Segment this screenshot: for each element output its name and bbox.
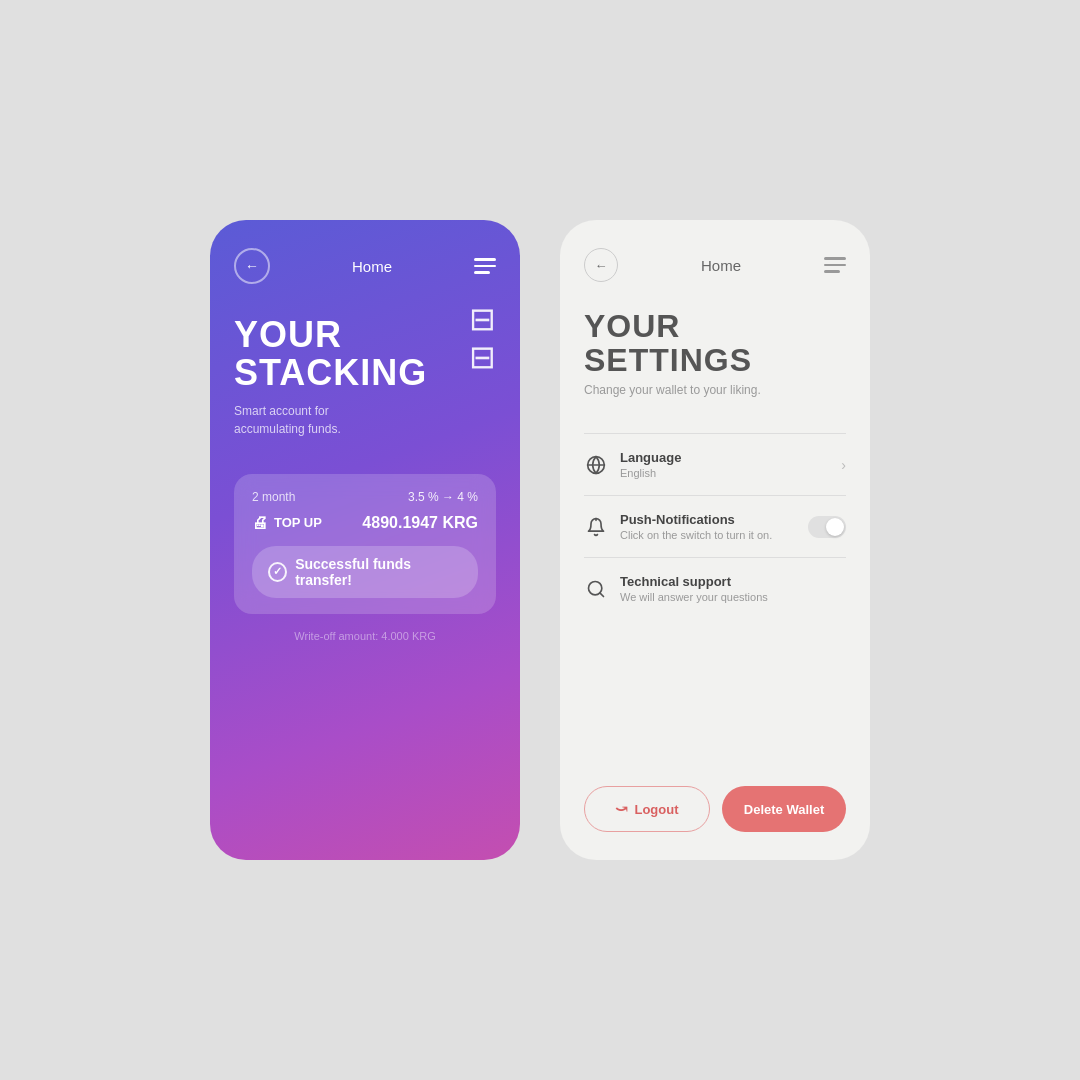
right-card-header: ← Home (584, 248, 846, 282)
write-off-label: Write-off amount: 4.000 KRG (234, 630, 496, 642)
notifications-title: Push-Notifications (620, 512, 796, 527)
support-icon (584, 577, 608, 601)
svg-line-4 (600, 593, 604, 597)
action-buttons-row: ⤻ Logout Delete Wallet (584, 770, 846, 832)
language-text: Language English (620, 450, 829, 479)
fund-card-mid-row: 🖨 TOP UP 4890.1947 KRG (252, 514, 478, 532)
success-badge: ✓ Successful funds transfer! (252, 546, 478, 598)
fund-card: 2 month 3.5 % → 4 % 🖨 TOP UP 4890.1947 K… (234, 474, 496, 614)
left-menu-icon[interactable] (474, 258, 496, 274)
delete-wallet-button[interactable]: Delete Wallet (722, 786, 846, 832)
check-circle-icon: ✓ (268, 562, 287, 582)
stacking-hero: YOUR STACKING ⊟⊟ Smart account for accum… (234, 316, 496, 474)
stack-layers-icon: ⊟⊟ (469, 300, 496, 376)
support-text: Technical support We will answer your qu… (620, 574, 846, 603)
topup-icon: 🖨 (252, 514, 268, 532)
notifications-icon (584, 515, 608, 539)
left-phone-card: ← Home YOUR STACKING ⊟⊟ Smart account fo… (210, 220, 520, 860)
right-home-title: Home (701, 257, 741, 274)
logout-icon: ⤻ (615, 800, 628, 818)
fund-card-top-row: 2 month 3.5 % → 4 % (252, 490, 478, 504)
language-icon (584, 453, 608, 477)
fund-rate: 3.5 % → 4 % (408, 490, 478, 504)
left-card-header: ← Home (234, 248, 496, 284)
left-back-icon: ← (245, 258, 259, 274)
support-desc: We will answer your questions (620, 591, 846, 603)
fund-duration: 2 month (252, 490, 295, 504)
settings-section-language[interactable]: Language English › (584, 433, 846, 495)
stacking-title: YOUR STACKING (234, 316, 496, 392)
support-title: Technical support (620, 574, 846, 589)
right-phone-card: ← Home YOUR SETTINGS Change your wallet … (560, 220, 870, 860)
left-home-title: Home (352, 258, 392, 275)
language-desc: English (620, 467, 829, 479)
topup-label[interactable]: 🖨 TOP UP (252, 514, 322, 532)
language-title: Language (620, 450, 829, 465)
language-chevron-icon: › (841, 457, 846, 473)
logout-button[interactable]: ⤻ Logout (584, 786, 710, 832)
fund-amount: 4890.1947 KRG (362, 514, 478, 532)
right-menu-icon[interactable] (824, 257, 846, 273)
notifications-desc: Click on the switch to turn it on. (620, 529, 796, 541)
stacking-subtitle: Smart account for accumulating funds. (234, 402, 384, 438)
settings-title: YOUR SETTINGS (584, 310, 846, 377)
settings-subtitle: Change your wallet to your liking. (584, 383, 846, 397)
notifications-text: Push-Notifications Click on the switch t… (620, 512, 796, 541)
left-back-button[interactable]: ← (234, 248, 270, 284)
settings-section-notifications[interactable]: Push-Notifications Click on the switch t… (584, 495, 846, 557)
right-back-button[interactable]: ← (584, 248, 618, 282)
right-back-icon: ← (595, 258, 608, 273)
notifications-toggle[interactable] (808, 516, 846, 538)
success-message: Successful funds transfer! (295, 556, 462, 588)
settings-section-support[interactable]: Technical support We will answer your qu… (584, 557, 846, 619)
